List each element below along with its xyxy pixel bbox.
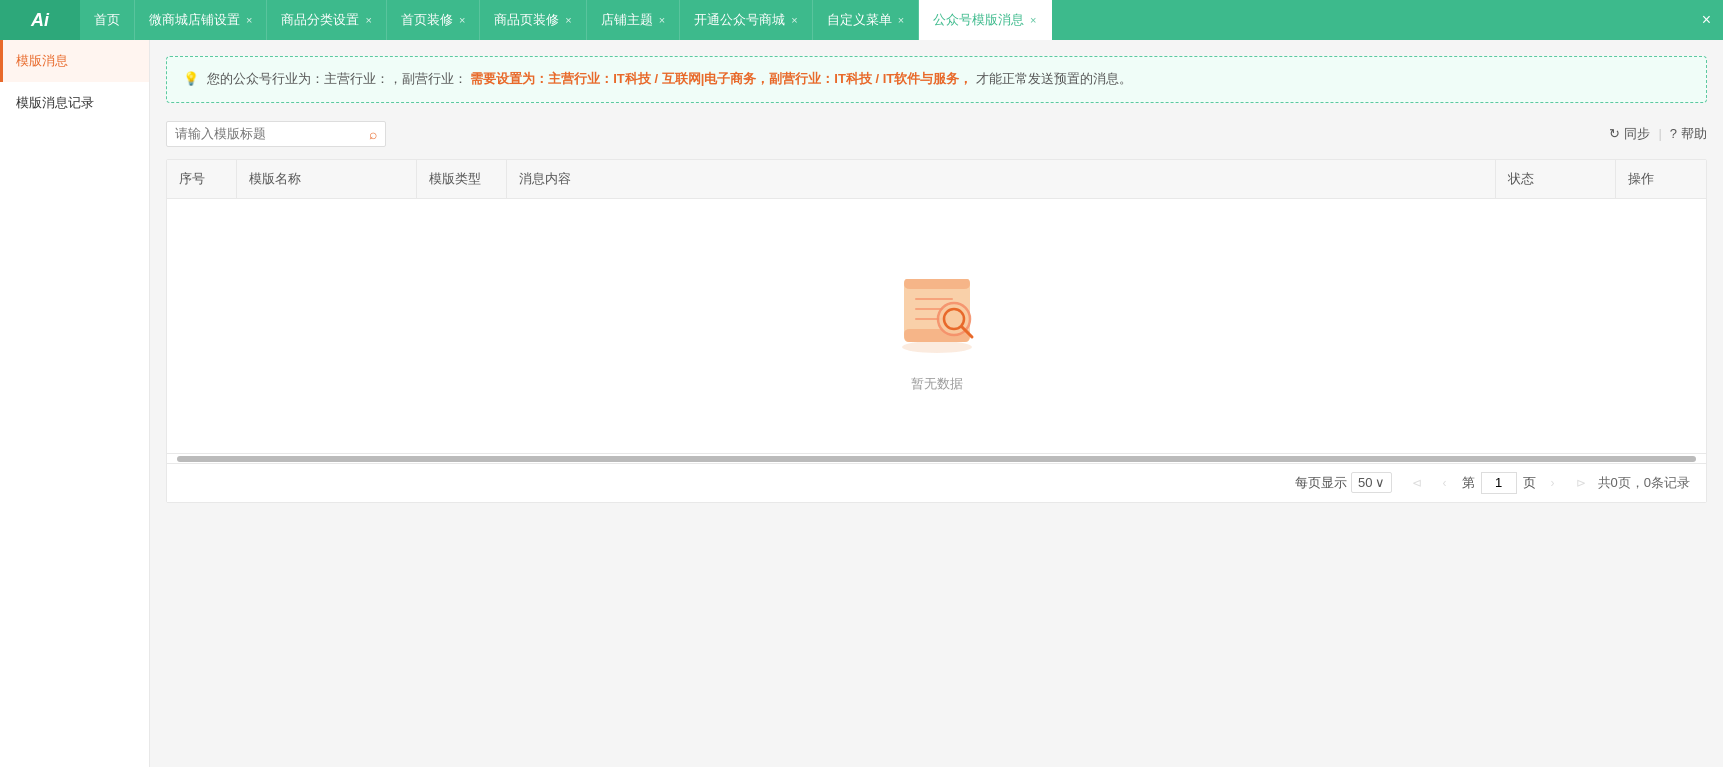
- empty-state: 暂无数据: [167, 199, 1706, 453]
- data-table: 序号 模版名称 模版类型 消息内容 状态 操作: [166, 159, 1707, 503]
- sync-button[interactable]: ↻ 同步: [1609, 125, 1650, 143]
- sidebar-item-label: 模版消息记录: [16, 95, 94, 110]
- banner-highlight: 需要设置为：主营行业：IT科技 / 互联网|电子商务，副营行业：IT科技 / I…: [470, 71, 972, 86]
- sync-label: 同步: [1624, 125, 1650, 143]
- help-label: 帮助: [1681, 125, 1707, 143]
- th-type: 模版类型: [417, 160, 507, 198]
- nav-tab-shop-settings[interactable]: 微商城店铺设置 ×: [135, 0, 267, 40]
- sidebar: 模版消息 模版消息记录: [0, 40, 150, 767]
- nav-tab-custom-menu[interactable]: 自定义菜单 ×: [813, 0, 919, 40]
- page-size-dropdown[interactable]: 50 ∨: [1351, 472, 1391, 493]
- help-icon: ?: [1670, 126, 1677, 141]
- nav-tab-close-icon[interactable]: ×: [365, 14, 371, 26]
- nav-tab-home[interactable]: 首页: [80, 0, 135, 40]
- layout: 模版消息 模版消息记录 💡 您的公众号行业为：主营行业：，副营行业： 需要设置为…: [0, 40, 1723, 767]
- scroll-bar-area[interactable]: [167, 453, 1706, 463]
- nav-tab-label: 商品页装修: [494, 11, 559, 29]
- chevron-down-icon: ∨: [1375, 475, 1385, 490]
- top-nav: Ai 首页 微商城店铺设置 × 商品分类设置 × 首页装修 × 商品页装修 × …: [0, 0, 1723, 40]
- sync-icon: ↻: [1609, 126, 1620, 141]
- nav-tab-close-icon[interactable]: ×: [565, 14, 571, 26]
- svg-point-0: [902, 341, 972, 353]
- search-input[interactable]: [175, 126, 369, 141]
- table-header: 序号 模版名称 模版类型 消息内容 状态 操作: [167, 160, 1706, 199]
- nav-tab-category-settings[interactable]: 商品分类设置 ×: [267, 0, 386, 40]
- nav-tab-product-decor[interactable]: 商品页装修 ×: [480, 0, 586, 40]
- nav-tab-label: 首页: [94, 11, 120, 29]
- toolbar-right: ↻ 同步 | ? 帮助: [1609, 125, 1707, 143]
- nav-tab-close-icon[interactable]: ×: [898, 14, 904, 26]
- nav-tab-close-icon[interactable]: ×: [659, 14, 665, 26]
- nav-tab-open-wechat-mall[interactable]: 开通公众号商城 ×: [680, 0, 812, 40]
- th-status: 状态: [1496, 160, 1616, 198]
- th-content: 消息内容: [507, 160, 1496, 198]
- nav-tab-label: 店铺主题: [601, 11, 653, 29]
- th-seq: 序号: [167, 160, 237, 198]
- bulb-icon: 💡: [183, 71, 199, 86]
- page-size-select: 每页显示 50 ∨: [1295, 472, 1391, 493]
- page-size-value: 50: [1358, 475, 1372, 490]
- banner-prefix: 您的公众号行业为：主营行业：，副营行业：: [207, 71, 467, 86]
- nav-tab-close-icon[interactable]: ×: [246, 14, 252, 26]
- th-name: 模版名称: [237, 160, 417, 198]
- nav-close-all-button[interactable]: ×: [1690, 0, 1723, 40]
- page-label-before: 第: [1462, 474, 1475, 492]
- nav-tabs: 首页 微商城店铺设置 × 商品分类设置 × 首页装修 × 商品页装修 × 店铺主…: [80, 0, 1690, 40]
- toolbar-divider: |: [1658, 126, 1661, 141]
- empty-text: 暂无数据: [911, 375, 963, 393]
- sidebar-item-template-msg-record[interactable]: 模版消息记录: [0, 82, 149, 124]
- logo: Ai: [0, 0, 80, 40]
- nav-tab-label: 商品分类设置: [281, 11, 359, 29]
- page-prev-button[interactable]: ‹: [1434, 472, 1456, 494]
- search-icon[interactable]: ⌕: [369, 126, 377, 142]
- sidebar-item-label: 模版消息: [16, 53, 68, 68]
- page-first-button[interactable]: ⊲: [1406, 472, 1428, 494]
- nav-tab-label: 公众号模版消息: [933, 11, 1024, 29]
- page-number-input[interactable]: [1481, 472, 1517, 494]
- page-last-button[interactable]: ⊳: [1570, 472, 1592, 494]
- nav-tab-template-msg[interactable]: 公众号模版消息 ×: [919, 0, 1051, 40]
- nav-tab-store-theme[interactable]: 店铺主题 ×: [587, 0, 680, 40]
- nav-tab-close-icon[interactable]: ×: [459, 14, 465, 26]
- help-button[interactable]: ? 帮助: [1670, 125, 1707, 143]
- th-action: 操作: [1616, 160, 1706, 198]
- empty-state-illustration: [882, 259, 992, 359]
- page-label-after: 页: [1523, 474, 1536, 492]
- nav-tab-homepage-decor[interactable]: 首页装修 ×: [387, 0, 480, 40]
- page-summary: 共0页，0条记录: [1598, 474, 1690, 492]
- scroll-thumb[interactable]: [177, 456, 1696, 462]
- nav-tab-label: 微商城店铺设置: [149, 11, 240, 29]
- nav-tab-label: 开通公众号商城: [694, 11, 785, 29]
- sidebar-item-template-msg[interactable]: 模版消息: [0, 40, 149, 82]
- main-content: 💡 您的公众号行业为：主营行业：，副营行业： 需要设置为：主营行业：IT科技 /…: [150, 40, 1723, 767]
- search-row: ⌕ ↻ 同步 | ? 帮助: [166, 121, 1707, 147]
- search-input-wrap: ⌕: [166, 121, 386, 147]
- nav-tab-close-icon[interactable]: ×: [791, 14, 797, 26]
- info-banner: 💡 您的公众号行业为：主营行业：，副营行业： 需要设置为：主营行业：IT科技 /…: [166, 56, 1707, 103]
- nav-tab-label: 首页装修: [401, 11, 453, 29]
- page-size-label: 每页显示: [1295, 474, 1347, 492]
- nav-tab-close-icon[interactable]: ×: [1030, 14, 1036, 26]
- pagination: 每页显示 50 ∨ ⊲ ‹ 第 页 › ⊳ 共0页，0条记录: [167, 463, 1706, 502]
- nav-tab-label: 自定义菜单: [827, 11, 892, 29]
- page-next-button[interactable]: ›: [1542, 472, 1564, 494]
- banner-suffix: 才能正常发送预置的消息。: [976, 71, 1132, 86]
